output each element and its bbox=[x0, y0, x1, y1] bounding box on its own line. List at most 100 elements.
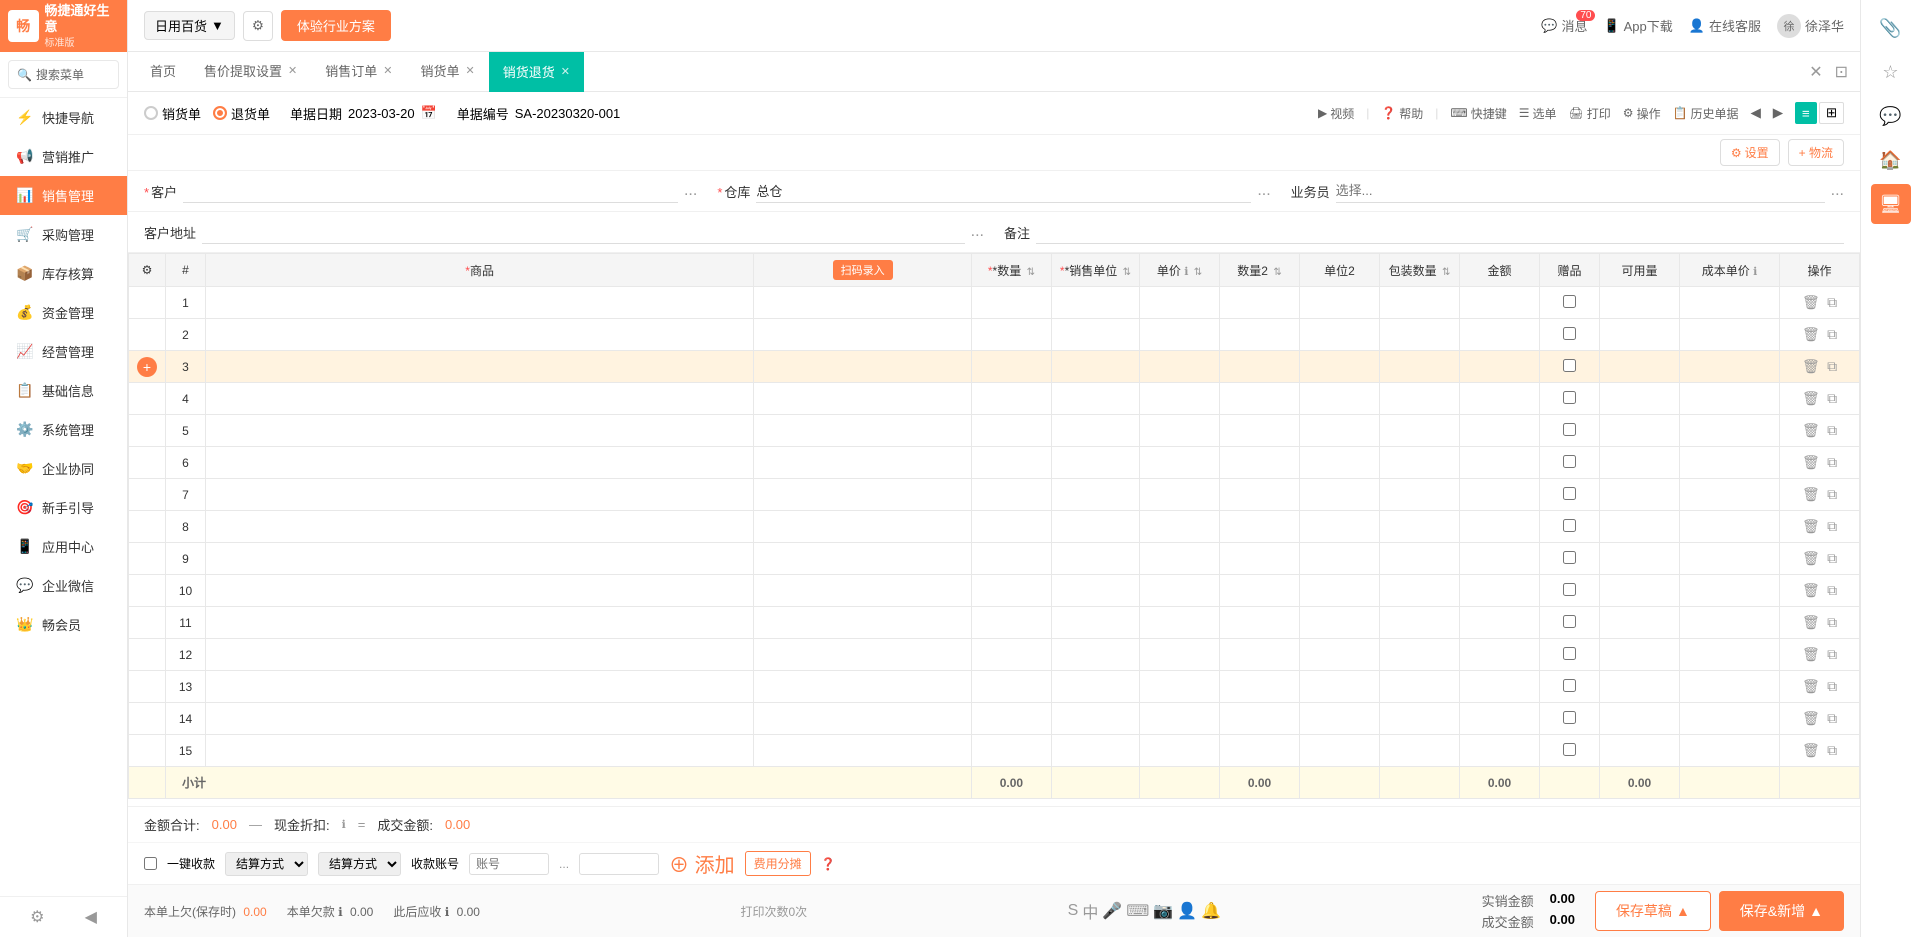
copy-row-button[interactable]: ⧉ bbox=[1825, 388, 1839, 409]
notification-button[interactable]: 💬 消息 70 bbox=[1541, 16, 1587, 35]
delete-row-button[interactable]: 🗑 bbox=[1800, 548, 1822, 569]
warehouse-dots[interactable]: ... bbox=[1257, 182, 1270, 200]
delete-row-button[interactable]: 🗑 bbox=[1800, 740, 1822, 761]
grid-view-button[interactable]: ⊞ bbox=[1819, 102, 1844, 124]
gift-checkbox[interactable] bbox=[1563, 327, 1576, 340]
gift-checkbox[interactable] bbox=[1563, 647, 1576, 660]
list-view-button[interactable]: ≡ bbox=[1795, 102, 1817, 124]
calculation-method-select[interactable]: 结算方式 bbox=[318, 852, 401, 876]
sidebar-item-sales[interactable]: 📊 销售管理 bbox=[0, 176, 127, 215]
video-help-button[interactable]: ▶ 视频 bbox=[1318, 105, 1354, 122]
tab-sales-order-close[interactable]: ✕ bbox=[383, 64, 392, 77]
right-panel-chat[interactable]: 💬 bbox=[1871, 96, 1911, 136]
debt-info[interactable]: ℹ bbox=[338, 905, 343, 919]
settlement-method-select[interactable]: 结算方式 bbox=[225, 852, 308, 876]
delete-row-button[interactable]: 🗑 bbox=[1800, 388, 1822, 409]
sidebar-item-member[interactable]: 👑 畅会员 bbox=[0, 605, 127, 644]
tab-sales-delivery[interactable]: 销货单 ✕ bbox=[406, 52, 488, 92]
gift-checkbox[interactable] bbox=[1563, 359, 1576, 372]
status-icon-1[interactable]: S bbox=[1068, 902, 1079, 920]
gift-checkbox[interactable] bbox=[1563, 583, 1576, 596]
account-input[interactable] bbox=[469, 853, 549, 875]
status-icon-7[interactable]: 🔔 bbox=[1201, 901, 1221, 921]
sidebar-settings-button[interactable]: ⚙ bbox=[30, 907, 44, 927]
status-icon-4[interactable]: ⌨ bbox=[1126, 901, 1149, 921]
copy-row-button[interactable]: ⧉ bbox=[1825, 644, 1839, 665]
save-draft-button[interactable]: 保存草稿 ▲ bbox=[1595, 891, 1711, 931]
user-profile[interactable]: 徐 徐泽华 bbox=[1777, 14, 1844, 38]
address-dots[interactable]: ... bbox=[971, 223, 984, 241]
settings-button[interactable]: ⚙ 设置 bbox=[1720, 139, 1780, 166]
gift-checkbox[interactable] bbox=[1563, 455, 1576, 468]
status-icon-2[interactable]: 中 bbox=[1082, 899, 1098, 923]
copy-row-button[interactable]: ⧉ bbox=[1825, 548, 1839, 569]
right-panel-star[interactable]: ☆ bbox=[1871, 52, 1911, 92]
operation-button[interactable]: ⚙ 操作 bbox=[1623, 105, 1661, 122]
status-icon-5[interactable]: 📷 bbox=[1153, 901, 1173, 921]
history-button[interactable]: 📋 历史单据 bbox=[1673, 105, 1739, 122]
print-button[interactable]: 🖨 打印 bbox=[1569, 105, 1611, 122]
customer-input[interactable] bbox=[183, 179, 678, 203]
sidebar-item-inventory[interactable]: 📦 库存核算 bbox=[0, 254, 127, 293]
unit-sort[interactable]: ⇅ bbox=[1123, 267, 1131, 278]
copy-row-button[interactable]: ⧉ bbox=[1825, 580, 1839, 601]
fee-split-button[interactable]: 费用分摊 bbox=[745, 851, 811, 876]
fee-split-help[interactable]: ❓ bbox=[821, 857, 836, 871]
status-icon-3[interactable]: 🎤 bbox=[1102, 901, 1122, 921]
sidebar-item-purchase[interactable]: 🛒 采购管理 bbox=[0, 215, 127, 254]
sidebar-item-finance[interactable]: 💰 资金管理 bbox=[0, 293, 127, 332]
delete-row-button[interactable]: 🗑 bbox=[1800, 516, 1822, 537]
online-service-button[interactable]: 👤 在线客服 bbox=[1689, 16, 1761, 35]
customer-dots[interactable]: ... bbox=[684, 182, 697, 200]
copy-row-button[interactable]: ⧉ bbox=[1825, 708, 1839, 729]
sidebar-item-wechat[interactable]: 💬 企业微信 bbox=[0, 566, 127, 605]
delete-row-button[interactable]: 🗑 bbox=[1800, 420, 1822, 441]
logistics-button[interactable]: + 物流 bbox=[1788, 139, 1844, 166]
copy-row-button[interactable]: ⧉ bbox=[1825, 420, 1839, 441]
copy-row-button[interactable]: ⧉ bbox=[1825, 356, 1839, 377]
delete-row-button[interactable]: 🗑 bbox=[1800, 580, 1822, 601]
tab-sales-order[interactable]: 销售订单 ✕ bbox=[311, 52, 406, 92]
app-download-button[interactable]: 📱 App下载 bbox=[1603, 16, 1672, 35]
sidebar-collapse-button[interactable]: ◀ bbox=[85, 907, 97, 927]
tab-price-settings[interactable]: 售价提取设置 ✕ bbox=[190, 52, 311, 92]
delete-row-button[interactable]: 🗑 bbox=[1800, 292, 1822, 313]
gift-checkbox[interactable] bbox=[1563, 391, 1576, 404]
receivable-info[interactable]: ℹ bbox=[445, 905, 450, 919]
delete-row-button[interactable]: 🗑 bbox=[1800, 324, 1822, 345]
shortcut-button[interactable]: ⌨ 快捷键 bbox=[1450, 105, 1506, 122]
sidebar-item-guide[interactable]: 🎯 新手引导 bbox=[0, 488, 127, 527]
account-dots[interactable]: ... bbox=[559, 857, 569, 871]
search-menu-button[interactable]: 🔍 搜索菜单 bbox=[8, 60, 119, 89]
close-tab-button[interactable]: ✕ bbox=[1805, 58, 1826, 86]
gift-checkbox[interactable] bbox=[1563, 423, 1576, 436]
add-payment-button[interactable]: ⊕ 添加 bbox=[669, 849, 735, 878]
row-product-cell[interactable] bbox=[206, 351, 754, 383]
warehouse-input[interactable] bbox=[756, 179, 1251, 203]
sidebar-item-operation[interactable]: 📈 经营管理 bbox=[0, 332, 127, 371]
next-record-button[interactable]: ▶ bbox=[1773, 105, 1783, 121]
gift-checkbox[interactable] bbox=[1563, 295, 1576, 308]
status-icon-6[interactable]: 👤 bbox=[1177, 901, 1197, 921]
radio-delivery[interactable]: 销货单 bbox=[144, 104, 201, 123]
qty-sort[interactable]: ⇅ bbox=[1027, 267, 1035, 278]
sidebar-item-apps[interactable]: 📱 应用中心 bbox=[0, 527, 127, 566]
gift-checkbox[interactable] bbox=[1563, 519, 1576, 532]
delete-row-button[interactable]: 🗑 bbox=[1800, 484, 1822, 505]
scan-button[interactable]: 扫码录入 bbox=[833, 260, 893, 280]
right-panel-screen[interactable]: 🖥 bbox=[1871, 184, 1911, 224]
gift-checkbox[interactable] bbox=[1563, 743, 1576, 756]
copy-row-button[interactable]: ⧉ bbox=[1825, 292, 1839, 313]
save-new-button[interactable]: 保存&新增 ▲ bbox=[1719, 891, 1844, 931]
right-panel-room[interactable]: 🏠 bbox=[1871, 140, 1911, 180]
address-input[interactable] bbox=[202, 220, 965, 244]
delete-row-button[interactable]: 🗑 bbox=[1800, 612, 1822, 633]
price-sort[interactable]: ⇅ bbox=[1194, 267, 1202, 278]
sidebar-item-shortcut[interactable]: ⚡ 快捷导航 bbox=[0, 98, 127, 137]
salesperson-input[interactable] bbox=[1336, 179, 1825, 203]
delete-row-button[interactable]: 🗑 bbox=[1800, 644, 1822, 665]
settings-gear-button[interactable]: ⚙ bbox=[243, 11, 273, 41]
sidebar-item-basic[interactable]: 📋 基础信息 bbox=[0, 371, 127, 410]
salesperson-dots[interactable]: ... bbox=[1831, 182, 1844, 200]
copy-row-button[interactable]: ⧉ bbox=[1825, 516, 1839, 537]
